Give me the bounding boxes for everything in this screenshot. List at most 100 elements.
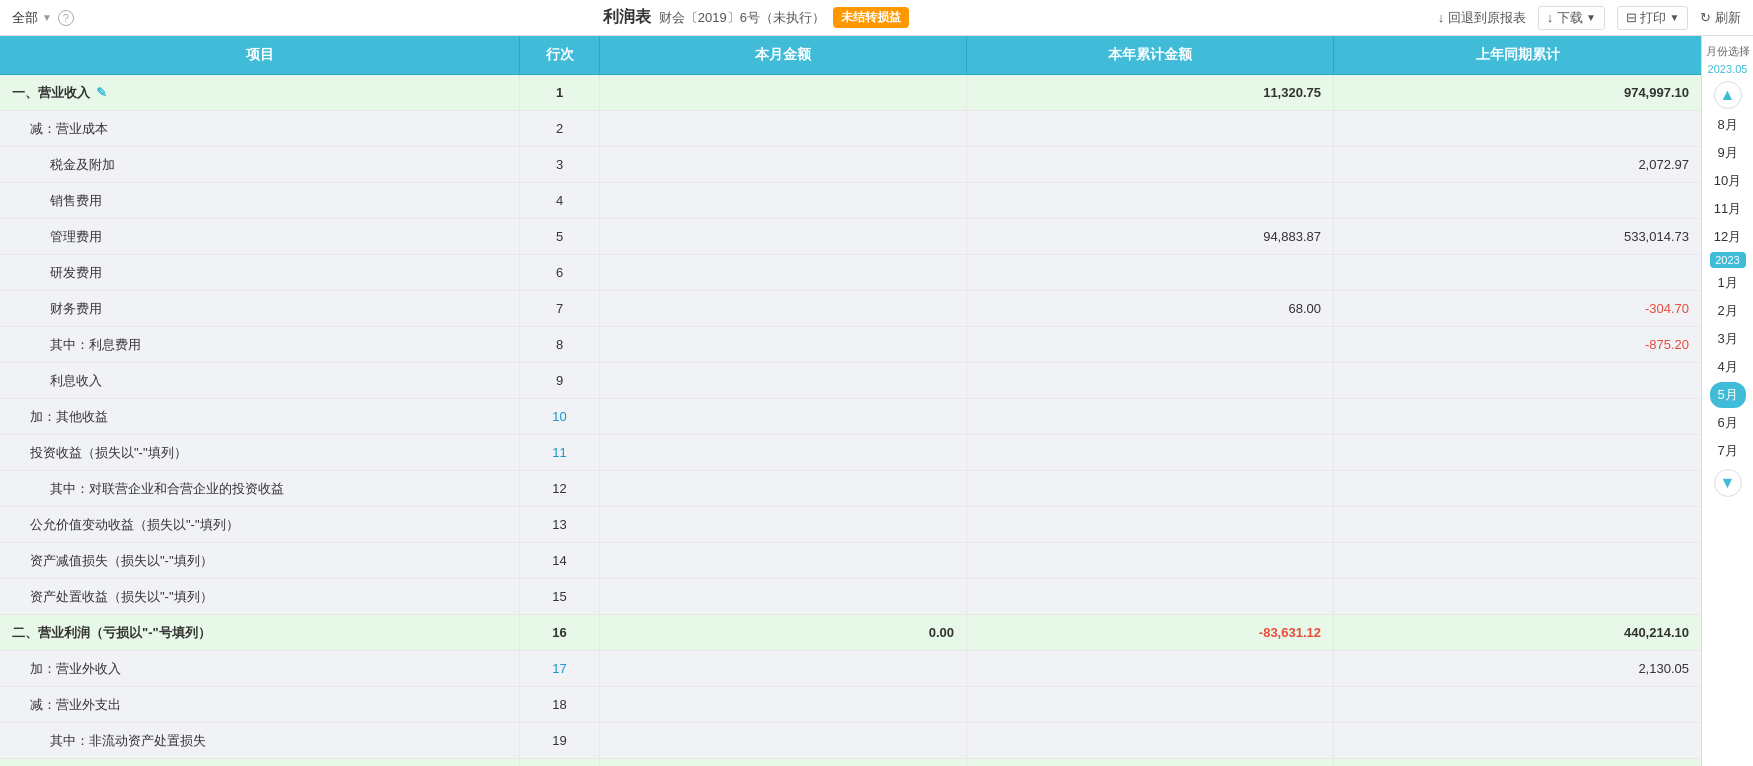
table-row: 其中：非流动资产处置损失 19 [0, 723, 1701, 759]
row-prev [1334, 507, 1701, 542]
top-bar: 全部 ▼ ? 利润表 财会〔2019〕6号（未执行） 未结转损益 ↓ 回退到原报… [0, 0, 1753, 36]
report-subtitle: 财会〔2019〕6号（未执行） [659, 9, 825, 27]
month-item-6[interactable]: 6月 [1710, 410, 1746, 436]
month-item-10[interactable]: 10月 [1710, 168, 1746, 194]
row-month [600, 651, 967, 686]
month-item-4[interactable]: 4月 [1710, 354, 1746, 380]
row-num: 11 [520, 435, 600, 470]
row-prev [1334, 111, 1701, 146]
row-num: 16 [520, 615, 600, 650]
month-item-2[interactable]: 2月 [1710, 298, 1746, 324]
month-item-11[interactable]: 11月 [1710, 196, 1746, 222]
table-row: 三、利润总额（亏损总额以"-"号填列） 20 0.00 -83,631.12 4… [0, 759, 1701, 766]
month-item-12[interactable]: 12月 [1710, 224, 1746, 250]
row-name: 资产处置收益（损失以"-"填列） [0, 579, 520, 614]
year-label: 2023.05 [1708, 63, 1748, 75]
right-sidebar: 月份选择 2023.05 ▲ 8月 9月 10月 11月 12月 2023 1月… [1701, 36, 1753, 766]
row-name: 税金及附加 [0, 147, 520, 182]
row-ytd [967, 723, 1334, 758]
download-btn[interactable]: ↓ 下载 ▼ [1538, 6, 1605, 30]
row-num: 13 [520, 507, 600, 542]
back-btn[interactable]: ↓ 回退到原报表 [1438, 9, 1526, 27]
row-num: 18 [520, 687, 600, 722]
row-num: 7 [520, 291, 600, 326]
table-row: 销售费用 4 [0, 183, 1701, 219]
table-row: 加：营业外收入 17 2,130.05 [0, 651, 1701, 687]
row-ytd: -83,631.12 [967, 615, 1334, 650]
col-header-ytd: 本年累计金额 [967, 36, 1334, 74]
row-num: 5 [520, 219, 600, 254]
table-row: 利息收入 9 [0, 363, 1701, 399]
row-month [600, 75, 967, 110]
row-ytd: -83,631.12 [967, 759, 1334, 766]
refresh-btn[interactable]: ↻ 刷新 [1700, 9, 1741, 27]
row-ytd [967, 579, 1334, 614]
row-ytd [967, 435, 1334, 470]
row-prev [1334, 543, 1701, 578]
nav-up-arrow[interactable]: ▲ [1714, 81, 1742, 109]
row-ytd: 11,320.75 [967, 75, 1334, 110]
status-badge: 未结转损益 [833, 7, 909, 28]
table-row: 研发费用 6 [0, 255, 1701, 291]
row-ytd [967, 507, 1334, 542]
row-month [600, 435, 967, 470]
table-row: 一、营业收入 ✎ 1 11,320.75 974,997.10 [0, 75, 1701, 111]
row-name: 资产减值损失（损失以"-"填列） [0, 543, 520, 578]
row-ytd [967, 399, 1334, 434]
row-month [600, 183, 967, 218]
year-marker-2023: 2023 [1710, 252, 1746, 268]
print-btn[interactable]: ⊟ 打印 ▼ [1617, 6, 1689, 30]
row-name: 三、利润总额（亏损总额以"-"号填列） [0, 759, 520, 766]
table-row: 投资收益（损失以"-"填列） 11 [0, 435, 1701, 471]
row-prev [1334, 579, 1701, 614]
all-dropdown[interactable]: 全部 ▼ [12, 9, 52, 27]
row-month [600, 219, 967, 254]
col-header-row: 行次 [520, 36, 600, 74]
help-icon[interactable]: ? [58, 10, 74, 26]
main-layout: 项目 行次 本月金额 本年累计金额 上年同期累计 一、营业收入 ✎ 1 11,3… [0, 36, 1753, 766]
table-row: 税金及附加 3 2,072.97 [0, 147, 1701, 183]
col-header-prev: 上年同期累计 [1334, 36, 1701, 74]
table-row: 资产处置收益（损失以"-"填列） 15 [0, 579, 1701, 615]
row-num: 10 [520, 399, 600, 434]
month-selector-label: 月份选择 [1706, 44, 1750, 59]
table-row: 财务费用 7 68.00 -304.70 [0, 291, 1701, 327]
row-month [600, 327, 967, 362]
row-month [600, 363, 967, 398]
month-item-1[interactable]: 1月 [1710, 270, 1746, 296]
edit-icon[interactable]: ✎ [96, 85, 107, 100]
month-item-7[interactable]: 7月 [1710, 438, 1746, 464]
table-row: 其中：利息费用 8 -875.20 [0, 327, 1701, 363]
row-month [600, 723, 967, 758]
month-item-8[interactable]: 8月 [1710, 112, 1746, 138]
row-prev: 2,072.97 [1334, 147, 1701, 182]
top-bar-right: ↓ 回退到原报表 ↓ 下载 ▼ ⊟ 打印 ▼ ↻ 刷新 [1438, 6, 1741, 30]
top-bar-left: 全部 ▼ ? [12, 9, 74, 27]
table-row: 减：营业外支出 18 [0, 687, 1701, 723]
row-num: 1 [520, 75, 600, 110]
table-row: 公允价值变动收益（损失以"-"填列） 13 [0, 507, 1701, 543]
month-item-3[interactable]: 3月 [1710, 326, 1746, 352]
row-ytd [967, 183, 1334, 218]
row-ytd [967, 651, 1334, 686]
row-month [600, 291, 967, 326]
row-num: 17 [520, 651, 600, 686]
row-prev [1334, 723, 1701, 758]
top-bar-center: 利润表 财会〔2019〕6号（未执行） 未结转损益 [603, 7, 909, 28]
row-num: 8 [520, 327, 600, 362]
nav-down-arrow[interactable]: ▼ [1714, 469, 1742, 497]
table-row: 减：营业成本 2 [0, 111, 1701, 147]
row-prev [1334, 363, 1701, 398]
row-prev: 440,214.10 [1334, 615, 1701, 650]
row-name: 财务费用 [0, 291, 520, 326]
row-name: 其中：对联营企业和合营企业的投资收益 [0, 471, 520, 506]
table-row: 管理费用 5 94,883.87 533,014.73 [0, 219, 1701, 255]
row-prev: -304.70 [1334, 291, 1701, 326]
row-prev [1334, 255, 1701, 290]
month-item-9[interactable]: 9月 [1710, 140, 1746, 166]
row-ytd [967, 363, 1334, 398]
month-item-5[interactable]: 5月 [1710, 382, 1746, 408]
row-prev: 533,014.73 [1334, 219, 1701, 254]
row-num: 14 [520, 543, 600, 578]
row-name: 公允价值变动收益（损失以"-"填列） [0, 507, 520, 542]
